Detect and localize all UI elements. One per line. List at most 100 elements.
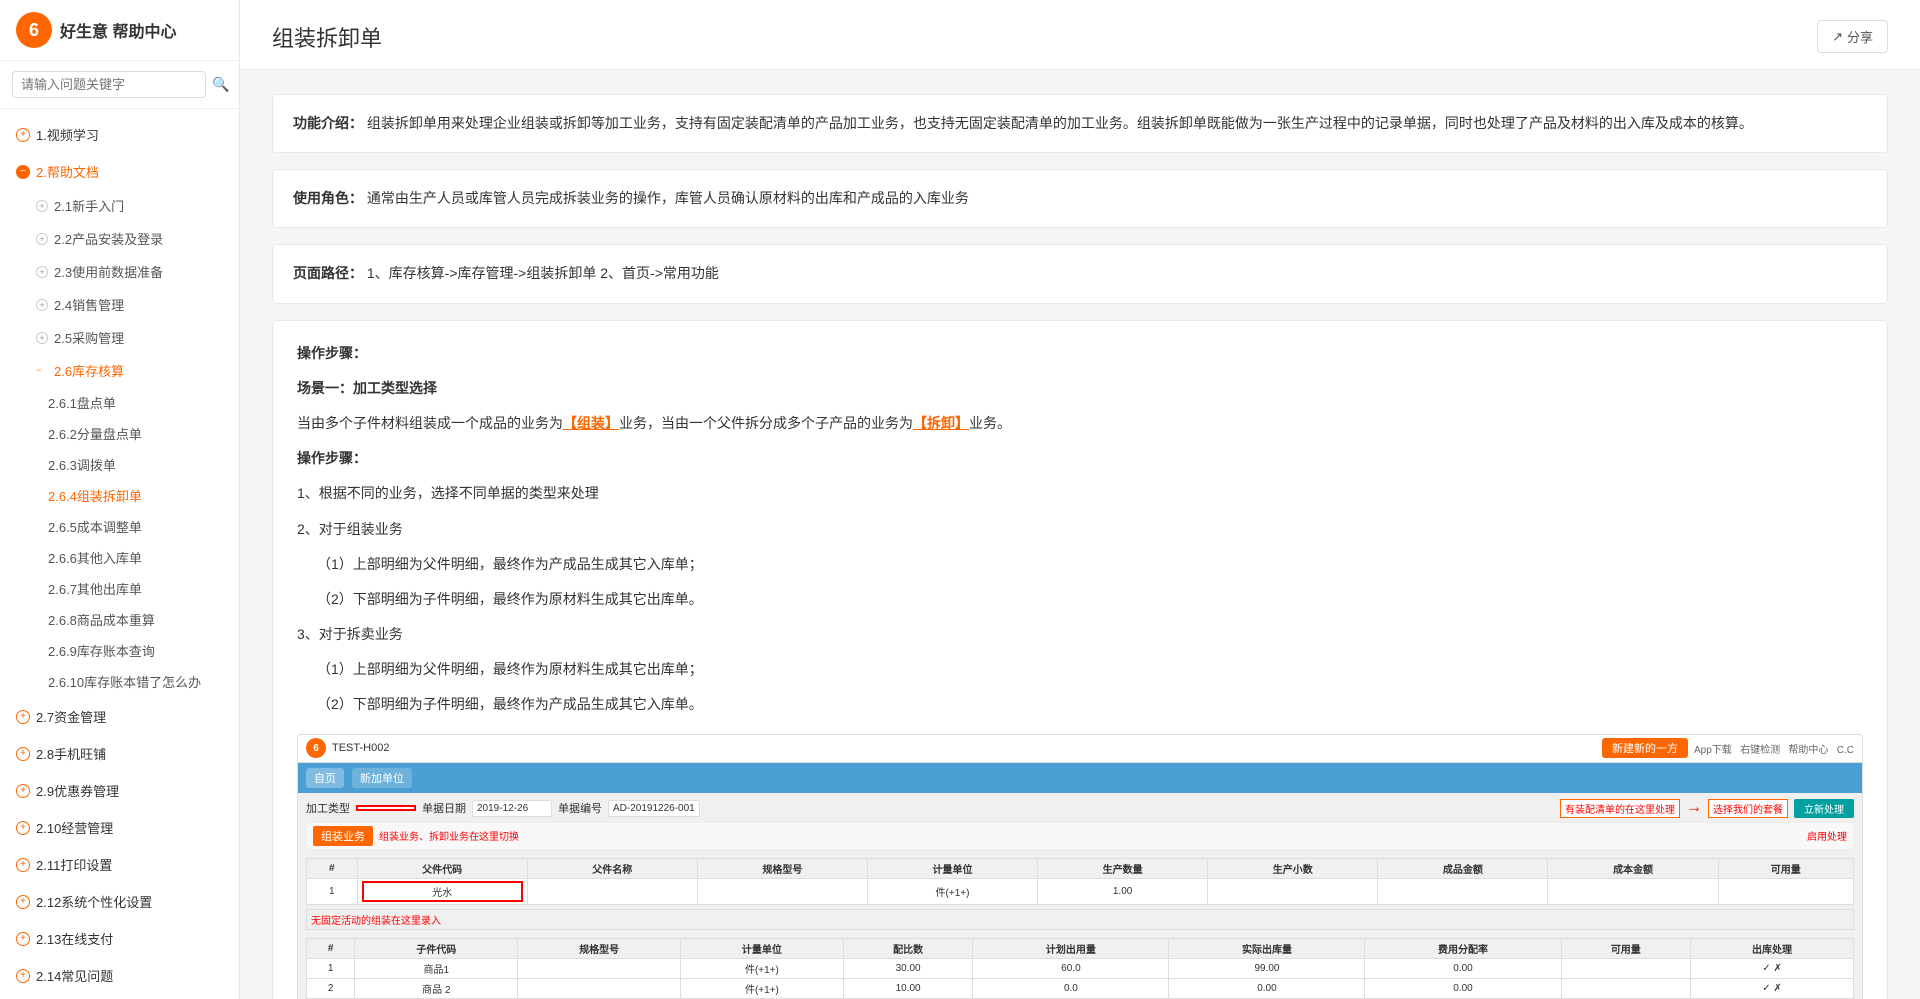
th-parent-code: 父件代码 (357, 858, 527, 878)
sub-td-7: 99.00 (1169, 958, 1365, 978)
sidebar-item-inventory[interactable]: − 2.6库存核算 (0, 354, 239, 387)
nav-section-customize: + 2.12系统个性化设置 (0, 884, 239, 919)
expand-sm-icon: + (36, 200, 48, 212)
sidebar: 6 好生意 帮助中心 🔍 + 1.视频学习 − 2.帮助文档 + 2.1新手入门 (0, 0, 240, 999)
sidebar-item-cost-adj[interactable]: 2.6.5成本调整单 (0, 511, 239, 542)
sub-td-9 (1561, 958, 1691, 978)
feature-intro-block: 功能介绍： 组装拆卸单用来处理企业组装或拆卸等加工业务，支持有固定装配清单的产品… (272, 94, 1888, 153)
nav-section-faq: + 2.14常见问题 (0, 958, 239, 993)
nav-section-coupon: + 2.9优惠券管理 (0, 773, 239, 808)
sidebar-item-newbie[interactable]: + 2.1新手入门 (0, 189, 239, 222)
search-button[interactable]: 🔍 (212, 76, 229, 93)
sidebar-item-label: 2.帮助文档 (36, 162, 99, 181)
sidebar-item-other-in[interactable]: 2.6.6其他入库单 (0, 542, 239, 573)
screenshot-tab-new: 新加单位 (352, 768, 412, 788)
nav-section-mgmt: + 2.10经营管理 (0, 810, 239, 845)
sidebar-item-faq[interactable]: + 2.14常见问题 (0, 958, 239, 993)
sub-th-qty: 配比数 (843, 938, 973, 958)
sidebar-item-label: 2.11打印设置 (36, 855, 112, 874)
sub-td-1: 1 (307, 958, 355, 978)
page-title: 组装拆卸单 (272, 21, 382, 53)
sub-table-row: 2 商品 2 件(+1+) 10.00 0.0 0.00 0.00 ✓ (307, 978, 1854, 998)
expand-icon: + (16, 784, 30, 798)
docs-sub-items: + 2.1新手入门 + 2.2产品安装及登录 + 2.3使用前数据准备 + 2.… (0, 189, 239, 697)
scenario1-desc: 当由多个子件材料组装成一个成品的业务为【组装】业务，当由一个父件拆分成多个子产品… (297, 411, 1863, 436)
sidebar-item-stocktake2[interactable]: 2.6.2分量盘点单 (0, 418, 239, 449)
sub-td2-4: 件(+1+) (681, 978, 844, 998)
sidebar-item-print[interactable]: + 2.11打印设置 (0, 847, 239, 882)
sidebar-item-cost-recalc[interactable]: 2.6.8商品成本重算 (0, 604, 239, 635)
form-docno-field: AD-20191226-001 (608, 800, 700, 817)
sidebar-item-stock-error[interactable]: 2.6.10库存账本错了怎么办 (0, 666, 239, 697)
sidebar-item-purchase[interactable]: + 2.5采购管理 (0, 321, 239, 354)
nav-section-finance: + 2.7资金管理 (0, 699, 239, 734)
td-index: 1 (307, 878, 358, 904)
sidebar-item-label: 2.8手机旺铺 (36, 744, 106, 763)
steps-sub-title: 操作步骤： (297, 446, 1863, 471)
fake-screenshot: 6 TEST-H002 新建新的一方 App下载 右键检测 帮助中心 C.C 自… (298, 735, 1862, 999)
annotation-enable: 启用处理 (1807, 828, 1847, 843)
role-intro-block: 使用角色： 通常由生产人员或库管人员完成拆装业务的操作，库管人员确认原材料的出库… (272, 169, 1888, 228)
sub-th-cost: 费用分配率 (1365, 938, 1561, 958)
sidebar-item-label: 2.9优惠券管理 (36, 781, 119, 800)
search-input[interactable] (12, 71, 206, 98)
td-qty: 1.00 (1038, 878, 1208, 904)
screenshot-logo: 6 (306, 738, 326, 758)
sub-td-2: 商品1 (355, 958, 518, 978)
sub-th-idx: # (307, 938, 355, 958)
sub-td-3 (518, 958, 681, 978)
content-body: 功能介绍： 组装拆卸单用来处理企业组装或拆卸等加工业务，支持有固定装配清单的产品… (240, 70, 1920, 999)
sub-th-ops: 出库处理 (1691, 938, 1854, 958)
th-spec: 规格型号 (697, 858, 867, 878)
sub-td-6: 60.0 (973, 958, 1169, 978)
sidebar-item-customize[interactable]: + 2.12系统个性化设置 (0, 884, 239, 919)
expand-sm-icon: + (36, 233, 48, 245)
sidebar-item-data-prep[interactable]: + 2.3使用前数据准备 (0, 255, 239, 288)
sidebar-item-label: 2.13在线支付 (36, 929, 113, 948)
annotation-select: 选择我们的套餐 (1708, 799, 1788, 818)
sidebar-item-mgmt[interactable]: + 2.10经营管理 (0, 810, 239, 845)
expand-sm-icon: + (36, 266, 48, 278)
sub-td2-1: 2 (307, 978, 355, 998)
sidebar-item-mobile[interactable]: + 2.8手机旺铺 (0, 736, 239, 771)
td-spec (697, 878, 867, 904)
sub-table-header: 无固定活动的组装在这里录入 (306, 909, 1854, 930)
sidebar-item-label: 2.12系统个性化设置 (36, 892, 152, 911)
sidebar-item-sales[interactable]: + 2.4销售管理 (0, 288, 239, 321)
screenshot-nav-bar: 自页 新加单位 (298, 763, 1862, 793)
item-label: 2.5采购管理 (54, 328, 124, 347)
th-cost-amt: 成本金额 (1548, 858, 1718, 878)
sidebar-item-stocktake[interactable]: 2.6.1盘点单 (0, 387, 239, 418)
td-code: 光水 (357, 878, 527, 904)
share-button[interactable]: ↗ 分享 (1817, 20, 1888, 53)
sidebar-header: 6 好生意 帮助中心 (0, 0, 239, 61)
expand-icon: + (16, 747, 30, 761)
sidebar-item-finance[interactable]: + 2.7资金管理 (0, 699, 239, 734)
nav-section-payment: + 2.13在线支付 (0, 921, 239, 956)
screenshot-form-area: 加工类型 单据日期 2019-12-26 单据编号 AD-20191226-00… (298, 793, 1862, 999)
th-prod-amt: 成品金额 (1378, 858, 1548, 878)
sidebar-item-docs[interactable]: − 2.帮助文档 (0, 154, 239, 189)
step-1: 1、根据不同的业务，选择不同单据的类型来处理 (297, 481, 1863, 506)
sidebar-item-other-out[interactable]: 2.6.7其他出库单 (0, 573, 239, 604)
sidebar-item-stock-query[interactable]: 2.6.9库存账本查询 (0, 635, 239, 666)
table-row: 1 光水 件(+1+) 1.00 (307, 878, 1854, 904)
step-2-1: （1）上部明细为父件明细，最终作为产成品生成其它入库单； (317, 552, 1863, 577)
annotation-fixed-bom: 无固定活动的组装在这里录入 (311, 912, 441, 927)
sidebar-item-assembly[interactable]: 2.6.4组装拆卸单 (0, 480, 239, 511)
expand-icon: + (16, 932, 30, 946)
item-label: 2.4销售管理 (54, 295, 124, 314)
sidebar-item-cases[interactable]: + 2.15操作案例 (0, 995, 239, 999)
sidebar-item-video[interactable]: + 1.视频学习 (0, 117, 239, 152)
sidebar-item-install[interactable]: + 2.2产品安装及登录 (0, 222, 239, 255)
annotation-bom: 有装配清单的在这里处理 (1560, 799, 1680, 818)
scenario1-title: 场景一：加工类型选择 (297, 380, 437, 396)
step-3: 3、对于拆卖业务 (297, 622, 1863, 647)
sub-td2-8: 0.00 (1365, 978, 1561, 998)
step-2-2: （2）下部明细为子件明细，最终作为原材料生成其它出库单。 (317, 587, 1863, 612)
sidebar-item-transfer[interactable]: 2.6.3调拨单 (0, 449, 239, 480)
sidebar-item-payment[interactable]: + 2.13在线支付 (0, 921, 239, 956)
item-label: 2.3使用前数据准备 (54, 262, 163, 281)
sub-td2-6: 0.0 (973, 978, 1169, 998)
sidebar-item-coupon[interactable]: + 2.9优惠券管理 (0, 773, 239, 808)
